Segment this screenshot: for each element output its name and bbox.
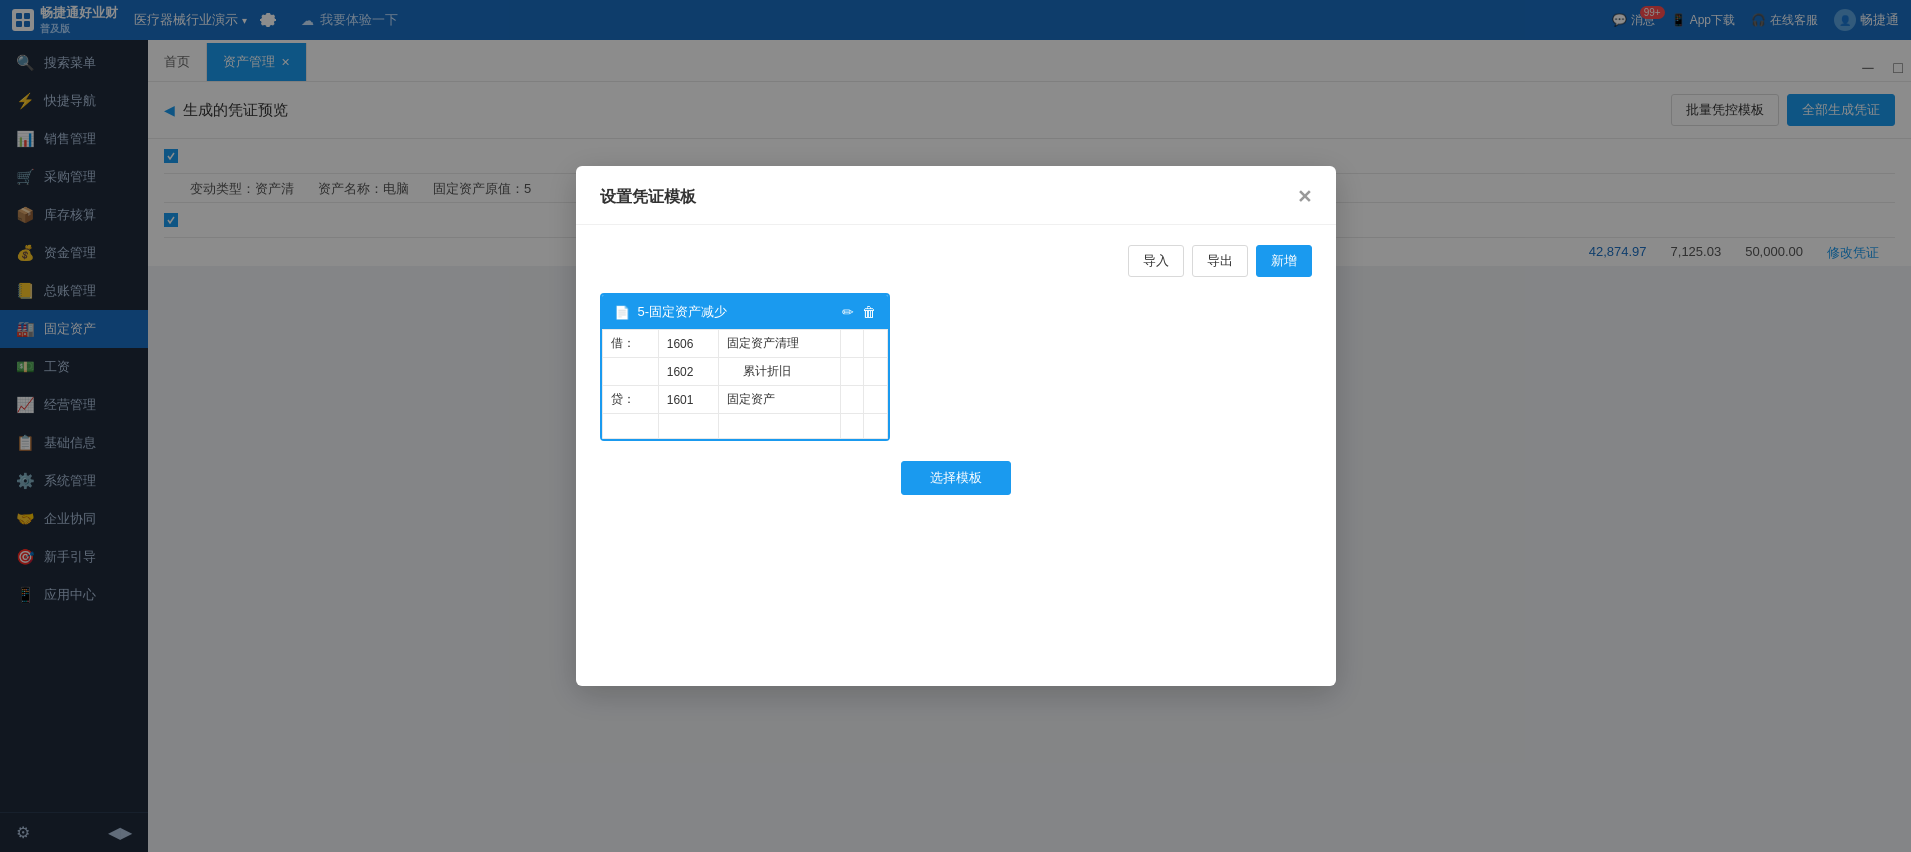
template-name: 5-固定资产减少 <box>638 303 728 321</box>
entry-debit-3 <box>840 386 863 414</box>
entry-direction-1: 借： <box>602 330 658 358</box>
template-entry-row-4 <box>602 414 887 439</box>
template-card-body: 借： 1606 固定资产清理 1602 累计折旧 <box>602 329 888 439</box>
modal-title: 设置凭证模板 <box>600 187 696 208</box>
select-template-area: 选择模板 <box>600 461 1312 495</box>
new-template-button[interactable]: 新增 <box>1256 245 1312 277</box>
entry-credit-2 <box>864 358 887 386</box>
modal-body: 导入 导出 新增 📄 5-固定资产减少 ✏ 🗑 <box>576 225 1336 673</box>
template-card-actions: ✏ 🗑 <box>842 304 876 320</box>
modal-toolbar: 导入 导出 新增 <box>600 245 1312 277</box>
entry-debit-2 <box>840 358 863 386</box>
entry-code-3: 1601 <box>658 386 718 414</box>
entry-empty-5 <box>864 414 887 439</box>
delete-template-icon[interactable]: 🗑 <box>862 304 876 320</box>
template-card: 📄 5-固定资产减少 ✏ 🗑 借： <box>600 293 890 441</box>
edit-template-icon[interactable]: ✏ <box>842 304 854 320</box>
template-entry-row-3: 贷： 1601 固定资产 <box>602 386 887 414</box>
modal-overlay[interactable]: 设置凭证模板 ✕ 导入 导出 新增 📄 5-固定资产减少 ✏ <box>0 0 1911 852</box>
entry-name-1: 固定资产清理 <box>718 330 840 358</box>
template-entries-table: 借： 1606 固定资产清理 1602 累计折旧 <box>602 329 888 439</box>
template-entry-row-1: 借： 1606 固定资产清理 <box>602 330 887 358</box>
modal-header: 设置凭证模板 ✕ <box>576 166 1336 225</box>
select-template-button[interactable]: 选择模板 <box>901 461 1011 495</box>
entry-empty-1 <box>602 414 658 439</box>
voucher-template-modal: 设置凭证模板 ✕ 导入 导出 新增 📄 5-固定资产减少 ✏ <box>576 166 1336 686</box>
entry-code-1: 1606 <box>658 330 718 358</box>
entry-debit-1 <box>840 330 863 358</box>
entry-name-3: 固定资产 <box>718 386 840 414</box>
entry-direction-3: 贷： <box>602 386 658 414</box>
entry-code-2: 1602 <box>658 358 718 386</box>
modal-close-icon[interactable]: ✕ <box>1297 186 1312 208</box>
entry-empty-3 <box>718 414 840 439</box>
modal-content-area: 📄 5-固定资产减少 ✏ 🗑 借： <box>600 293 1312 653</box>
entry-credit-1 <box>864 330 887 358</box>
entry-direction-2 <box>602 358 658 386</box>
template-card-header: 📄 5-固定资产减少 ✏ 🗑 <box>602 295 888 329</box>
export-button[interactable]: 导出 <box>1192 245 1248 277</box>
import-button[interactable]: 导入 <box>1128 245 1184 277</box>
template-doc-icon: 📄 <box>614 305 630 320</box>
entry-credit-3 <box>864 386 887 414</box>
entry-empty-4 <box>840 414 863 439</box>
entry-name-2: 累计折旧 <box>718 358 840 386</box>
entry-empty-2 <box>658 414 718 439</box>
template-card-title-group: 📄 5-固定资产减少 <box>614 303 728 321</box>
template-entry-row-2: 1602 累计折旧 <box>602 358 887 386</box>
